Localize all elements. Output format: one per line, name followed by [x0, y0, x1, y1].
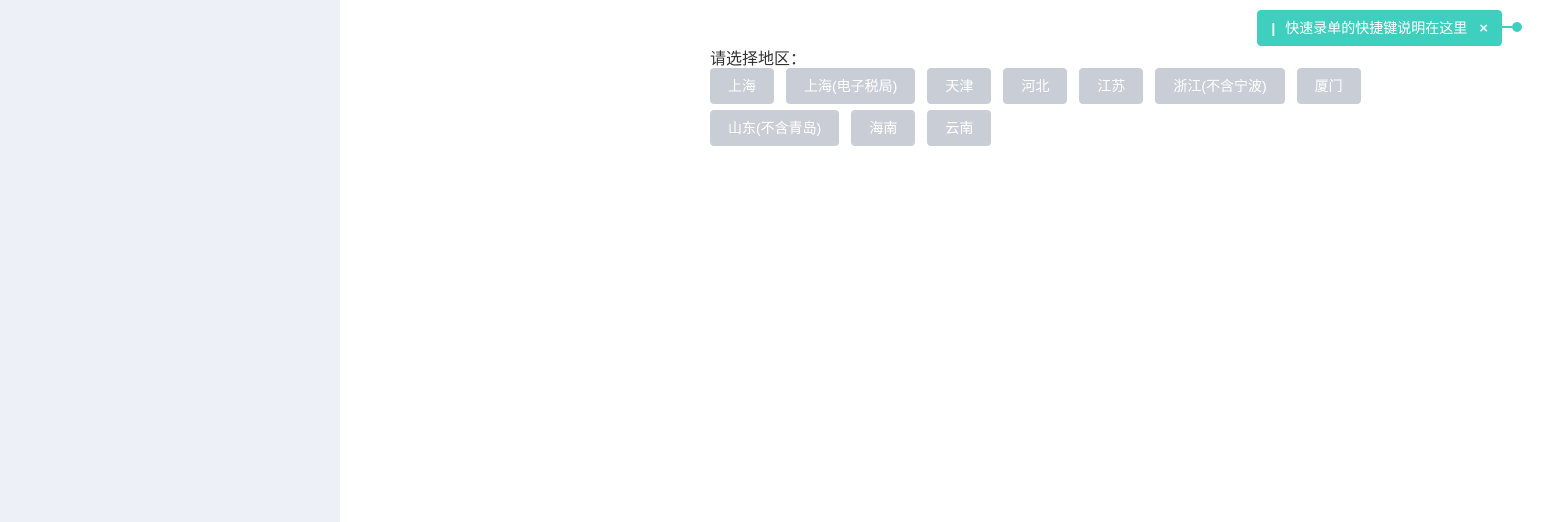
left-panel [0, 0, 340, 522]
tooltip-text: 快速录单的快捷键说明在这里 [1285, 18, 1467, 38]
page-label: 请选择地区： [710, 45, 806, 69]
region-btn-zhejiang[interactable]: 浙江(不含宁波) [1155, 68, 1284, 104]
main-content: 请选择地区： 上海上海(电子税局) 天津河北江苏浙江(不含宁波) 厦门 山东(不含青… [340, 0, 1562, 522]
region-btn-jiangsu[interactable]: 江苏 [1079, 68, 1143, 104]
region-btn-shanghai-etax[interactable]: 上海(电子税局) [786, 68, 915, 104]
region-btn-yunnan[interactable]: 云南 [927, 110, 991, 146]
tooltip-dot [1512, 22, 1522, 32]
tooltip-close-button[interactable]: × [1479, 20, 1488, 37]
region-btn-shanghai[interactable]: 上海 [710, 68, 774, 104]
region-btn-xiamen[interactable]: 厦门 [1297, 68, 1361, 104]
region-btn-shandong[interactable]: 山东(不含青岛) [710, 110, 839, 146]
region-row-1: 上海上海(电子税局) 天津河北江苏浙江(不含宁波) 厦门 [710, 68, 1361, 104]
region-row-2: 山东(不含青岛) 海南云南 [710, 110, 991, 146]
tooltip-line [1492, 26, 1512, 28]
region-btn-hainan[interactable]: 海南 [851, 110, 915, 146]
tooltip-banner: 快速录单的快捷键说明在这里 × [1257, 10, 1502, 46]
region-btn-tianjin[interactable]: 天津 [927, 68, 991, 104]
region-btn-hebei[interactable]: 河北 [1003, 68, 1067, 104]
